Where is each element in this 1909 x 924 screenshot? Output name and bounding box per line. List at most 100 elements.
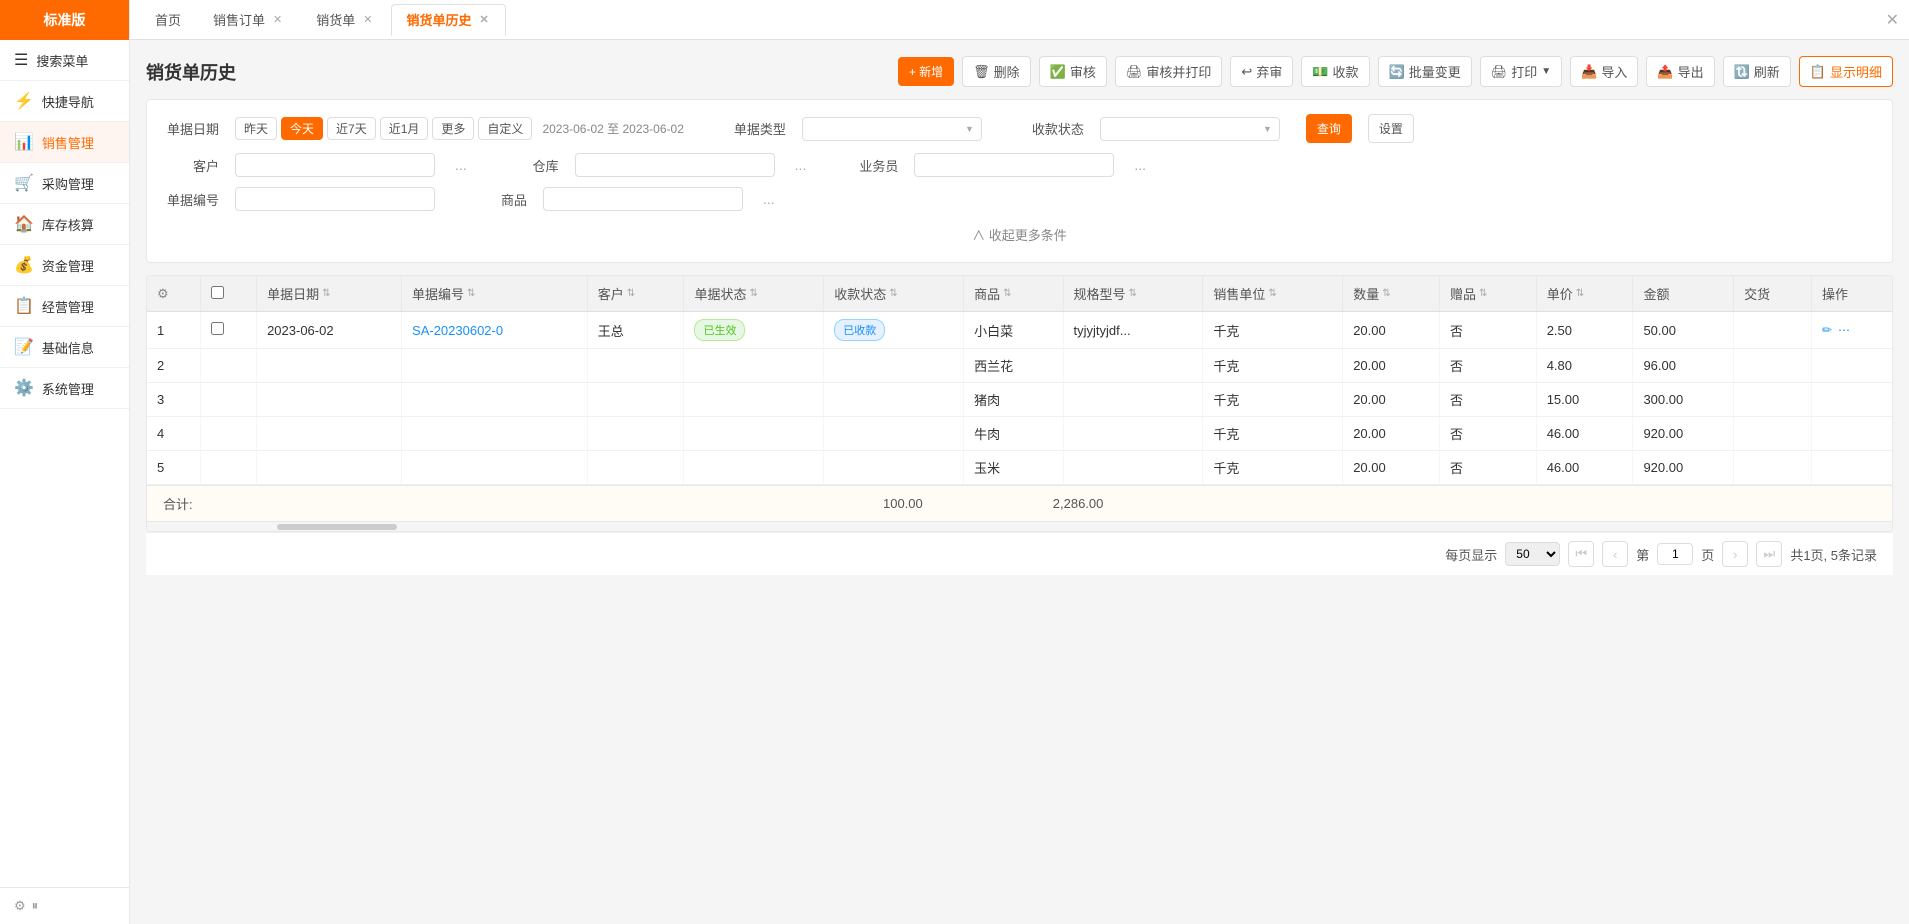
th-doc-status[interactable]: 单据状态⇅ (684, 276, 824, 312)
cell-trade (1734, 383, 1812, 417)
audit-print-icon: 🖨 (1126, 64, 1143, 80)
cell-qty: 20.00 (1343, 312, 1440, 349)
tab-sales-order-close[interactable]: ✕ (271, 11, 284, 28)
th-spec[interactable]: 规格型号⇅ (1063, 276, 1203, 312)
cell-price: 15.00 (1536, 383, 1633, 417)
table-row: 5 玉米 千克 20.00 否 46.00 920.00 (147, 451, 1892, 485)
tab-bar-close[interactable]: ✕ (1886, 10, 1899, 30)
sidebar-item-sys-mgmt[interactable]: ⚙️ 系统管理 (0, 368, 129, 409)
batch-change-button[interactable]: 🔄 批量变更 (1378, 56, 1472, 87)
sidebar-item-sales-mgmt[interactable]: 📊 销售管理 (0, 122, 129, 163)
print-button[interactable]: 🖨 打印 ▼ (1480, 56, 1562, 87)
cell-trade (1734, 417, 1812, 451)
th-ops: 操作 (1811, 276, 1892, 312)
abandon-button[interactable]: ↩ 弃审 (1230, 56, 1293, 87)
sidebar-item-label: 销售管理 (42, 133, 94, 152)
th-price[interactable]: 单价⇅ (1536, 276, 1633, 312)
th-unit[interactable]: 销售单位⇅ (1203, 276, 1343, 312)
tab-home[interactable]: 首页 (140, 4, 196, 36)
more-btn[interactable]: ⋯ (1838, 323, 1850, 337)
edit-btn[interactable]: ✏ (1822, 323, 1832, 337)
page-prev-btn[interactable]: ‹ (1602, 541, 1628, 567)
per-page-select[interactable]: 50 100 200 (1505, 542, 1560, 566)
th-qty[interactable]: 数量⇅ (1343, 276, 1440, 312)
customer-input[interactable] (235, 153, 435, 177)
tab-sales-history[interactable]: 销货单历史 ✕ (391, 4, 505, 36)
sidebar-settings-icon[interactable]: ⚙ (14, 898, 26, 914)
th-customer[interactable]: 客户⇅ (587, 276, 684, 312)
sidebar-collapse-icon[interactable]: ⏸ (32, 898, 39, 914)
sys-icon: ⚙️ (14, 378, 34, 398)
goods-input[interactable] (543, 187, 743, 211)
warehouse-input[interactable] (575, 153, 775, 177)
cell-amount: 300.00 (1633, 383, 1734, 417)
quick-nav-icon: ⚡ (14, 91, 34, 111)
tab-sales-history-close[interactable]: ✕ (478, 11, 491, 28)
warehouse-ellipsis[interactable]: ... (795, 157, 807, 173)
sidebar-item-search-menu[interactable]: ☰ 搜索菜单 (0, 40, 129, 81)
page-next-btn[interactable]: › (1722, 541, 1748, 567)
th-date[interactable]: 单据日期⇅ (257, 276, 402, 312)
row-checkbox[interactable] (211, 322, 224, 335)
customer-ellipsis[interactable]: ... (455, 157, 467, 173)
cell-trade (1734, 451, 1812, 485)
doc-type-select[interactable] (802, 117, 982, 141)
th-no[interactable]: 单据编号⇅ (402, 276, 588, 312)
date-btn-more[interactable]: 更多 (432, 117, 474, 140)
horizontal-scrollbar[interactable] (147, 521, 1892, 531)
sidebar-item-quick-nav[interactable]: ⚡ 快捷导航 (0, 81, 129, 122)
add-button[interactable]: + 新增 (898, 57, 954, 86)
sidebar-item-funds-mgmt[interactable]: 💰 资金管理 (0, 245, 129, 286)
date-range: 2023-06-02 至 2023-06-02 (542, 120, 683, 137)
refresh-icon: 🔃 (1734, 64, 1750, 80)
date-btn-yesterday[interactable]: 昨天 (235, 117, 277, 140)
cell-gift: 否 (1439, 349, 1536, 383)
settings-button[interactable]: 设置 (1368, 114, 1414, 143)
date-btn-1month[interactable]: 近1月 (380, 117, 429, 140)
tab-sales-goods-close[interactable]: ✕ (361, 11, 374, 28)
page-unit: 页 (1701, 545, 1714, 564)
show-detail-button[interactable]: 📋 显示明细 (1799, 56, 1893, 87)
sidebar-item-stock-calc[interactable]: 🏠 库存核算 (0, 204, 129, 245)
sidebar-item-purchase-mgmt[interactable]: 🛒 采购管理 (0, 163, 129, 204)
collect-status-select[interactable] (1100, 117, 1280, 141)
page-number-input[interactable] (1657, 543, 1693, 565)
filter-collapse-btn[interactable]: ∧ 收起更多条件 (163, 221, 1876, 248)
th-gift[interactable]: 赠品⇅ (1439, 276, 1536, 312)
export-button[interactable]: 📤 导出 (1646, 56, 1714, 87)
audit-button[interactable]: ✅ 审核 (1039, 56, 1107, 87)
th-gear[interactable]: ⚙ (147, 276, 200, 312)
th-collect-status[interactable]: 收款状态⇅ (824, 276, 964, 312)
import-button[interactable]: 📥 导入 (1570, 56, 1638, 87)
staff-input[interactable] (914, 153, 1114, 177)
date-btn-custom[interactable]: 自定义 (478, 117, 532, 140)
cell-customer: 王总 (587, 312, 684, 349)
select-all-checkbox[interactable] (211, 286, 224, 299)
date-shortcuts: 昨天 今天 近7天 近1月 更多 自定义 (235, 117, 532, 140)
delete-button[interactable]: 🗑 删除 (962, 56, 1031, 87)
date-btn-today[interactable]: 今天 (281, 117, 323, 140)
audit-print-button[interactable]: 🖨 审核并打印 (1115, 56, 1223, 87)
doc-type-select-wrapper (802, 117, 982, 141)
collect-button[interactable]: 💵 收款 (1301, 56, 1369, 87)
scrollbar-thumb[interactable] (277, 524, 397, 530)
staff-ellipsis[interactable]: ... (1134, 157, 1146, 173)
sidebar-item-ops-mgmt[interactable]: 📋 经营管理 (0, 286, 129, 327)
collect-icon: 💵 (1312, 64, 1328, 80)
sidebar-item-basic-info[interactable]: 📝 基础信息 (0, 327, 129, 368)
sidebar-item-label: 快捷导航 (42, 92, 94, 111)
doc-no-input[interactable] (235, 187, 435, 211)
tab-sales-goods[interactable]: 销货单 ✕ (301, 4, 389, 36)
th-goods[interactable]: 商品⇅ (964, 276, 1063, 312)
goods-ellipsis[interactable]: ... (763, 191, 775, 207)
tab-sales-order[interactable]: 销售订单 ✕ (198, 4, 299, 36)
page-first-btn[interactable]: ⏮ (1568, 541, 1594, 567)
date-btn-7days[interactable]: 近7天 (327, 117, 376, 140)
query-button[interactable]: 查询 (1306, 114, 1352, 143)
cell-unit: 千克 (1203, 451, 1343, 485)
filter-section: 单据日期 昨天 今天 近7天 近1月 更多 自定义 2023-06-02 至 2… (146, 99, 1893, 263)
page-last-btn[interactable]: ⏭ (1756, 541, 1782, 567)
abandon-icon: ↩ (1241, 64, 1252, 80)
refresh-button[interactable]: 🔃 刷新 (1723, 56, 1791, 87)
cell-seq: 5 (147, 451, 200, 485)
